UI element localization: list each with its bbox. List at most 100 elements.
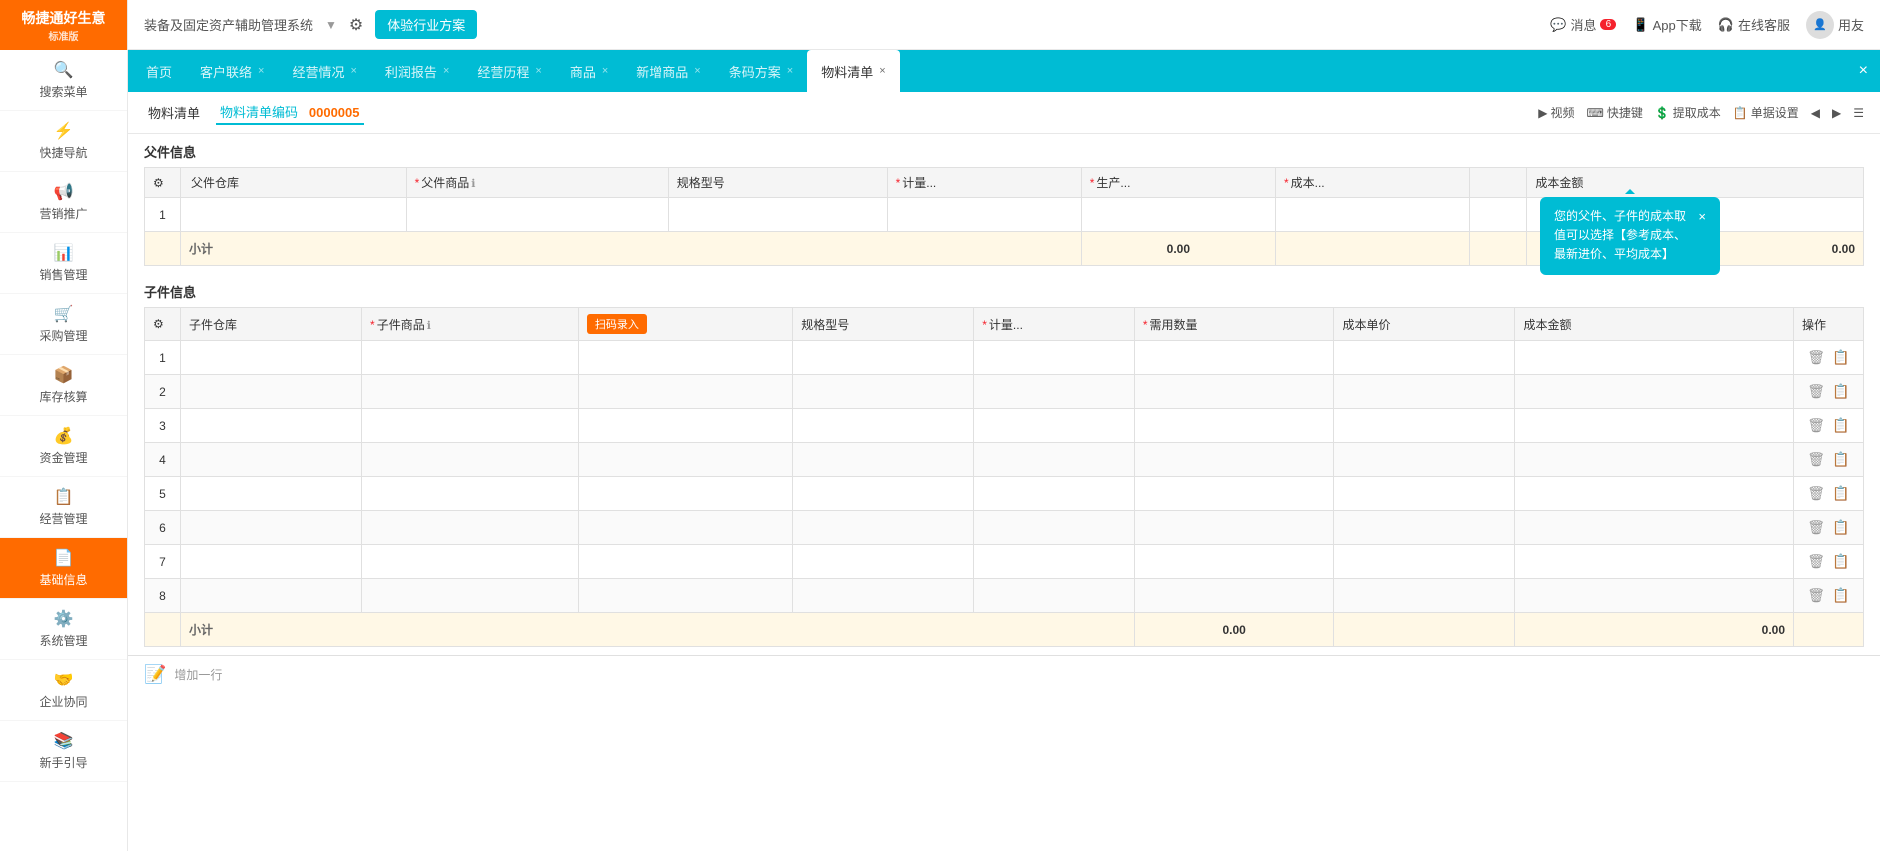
child-spec-cell[interactable] [793,477,974,511]
copy-icon[interactable]: 📋 [1832,349,1849,365]
delete-icon[interactable]: 🗑 [1807,451,1825,467]
sidebar-item-marketing[interactable]: 📢 营销推广 [0,172,127,233]
sidebar-item-system[interactable]: ⚙️ 系统管理 [0,599,127,660]
tab-new-goods-close[interactable]: × [694,65,700,77]
parent-spec-cell[interactable] [668,198,887,232]
parent-produce-cell[interactable] [1081,198,1275,232]
tab-profit[interactable]: 利润报告 × [371,50,463,92]
sidebar-item-quick-nav[interactable]: ⚡ 快捷导航 [0,111,127,172]
child-product-cell[interactable] [362,443,579,477]
child-unit-cost-cell[interactable] [1334,409,1515,443]
child-unit-cell[interactable] [974,375,1135,409]
sidebar-item-enterprise[interactable]: 🤝 企业协同 [0,660,127,721]
app-download-item[interactable]: 📱 App下载 [1632,15,1701,34]
child-unit-cell[interactable] [974,579,1135,613]
tab-goods[interactable]: 商品 × [556,50,622,92]
tab-home[interactable]: 首页 [132,50,186,92]
child-warehouse-cell[interactable] [181,511,362,545]
delete-icon[interactable]: 🗑 [1807,587,1825,603]
child-product-cell[interactable] [362,341,579,375]
child-qty-cell[interactable] [1134,511,1334,545]
child-product-cell[interactable] [362,545,579,579]
tab-history-close[interactable]: × [535,65,541,77]
child-spec-cell[interactable] [793,443,974,477]
settings-icon[interactable]: ⚙ [349,15,363,35]
child-qty-cell[interactable] [1134,579,1334,613]
child-spec-cell[interactable] [793,579,974,613]
child-product-cell[interactable] [362,477,579,511]
parent-product-cell[interactable] [406,198,668,232]
tab-customers-close[interactable]: × [258,65,264,77]
child-product-cell[interactable] [362,579,579,613]
sidebar-item-sales[interactable]: 📊 销售管理 [0,233,127,294]
user-item[interactable]: 👤 用友 [1806,11,1864,39]
child-qty-cell[interactable] [1134,375,1334,409]
child-qty-cell[interactable] [1134,409,1334,443]
tab-barcode[interactable]: 条码方案 × [715,50,807,92]
tooltip-close-btn[interactable]: × [1698,207,1706,228]
delete-icon[interactable]: 🗑 [1807,383,1825,399]
child-unit-cost-cell[interactable] [1334,477,1515,511]
child-unit-cell[interactable] [974,545,1135,579]
sidebar-item-finance[interactable]: 💰 资金管理 [0,416,127,477]
delete-icon[interactable]: 🗑 [1807,485,1825,501]
child-unit-cost-cell[interactable] [1334,443,1515,477]
child-warehouse-cell[interactable] [181,579,362,613]
trial-button[interactable]: 体验行业方案 [375,10,477,39]
child-unit-cost-cell[interactable] [1334,511,1515,545]
copy-icon[interactable]: 📋 [1832,451,1849,467]
copy-icon[interactable]: 📋 [1832,519,1849,535]
child-spec-cell[interactable] [793,375,974,409]
child-unit-cell[interactable] [974,341,1135,375]
child-qty-cell[interactable] [1134,477,1334,511]
copy-icon[interactable]: 📋 [1832,383,1849,399]
nav-prev-icon[interactable]: ◀ [1811,106,1820,120]
sidebar-item-basic[interactable]: 📄 基础信息 [0,538,127,599]
child-warehouse-cell[interactable] [181,477,362,511]
child-unit-cell[interactable] [974,477,1135,511]
child-qty-cell[interactable] [1134,341,1334,375]
child-unit-cost-cell[interactable] [1334,375,1515,409]
child-product-cell[interactable] [362,409,579,443]
sidebar-item-operations[interactable]: 📋 经营管理 [0,477,127,538]
child-qty-cell[interactable] [1134,545,1334,579]
copy-icon[interactable]: 📋 [1832,485,1849,501]
tab-operations[interactable]: 经营情况 × [278,50,370,92]
cost-btn[interactable]: 💲 提取成本 [1655,104,1721,121]
video-btn[interactable]: ▶ 视频 [1538,104,1574,121]
child-spec-cell[interactable] [793,341,974,375]
child-unit-cell[interactable] [974,443,1135,477]
shortcut-btn[interactable]: ⌨ 快捷键 [1586,104,1642,121]
subnav-bom-list[interactable]: 物料清单 [144,101,204,124]
child-spec-cell[interactable] [793,511,974,545]
tab-barcode-close[interactable]: × [787,65,793,77]
tab-new-goods[interactable]: 新增商品 × [622,50,714,92]
tab-operations-close[interactable]: × [350,65,356,77]
doc-settings-btn[interactable]: 📋 单据设置 [1733,104,1799,121]
child-qty-cell[interactable] [1134,443,1334,477]
child-unit-cost-cell[interactable] [1334,341,1515,375]
child-warehouse-cell[interactable] [181,443,362,477]
message-item[interactable]: 💬 消息 6 [1550,15,1616,34]
child-warehouse-cell[interactable] [181,375,362,409]
tab-bom-close[interactable]: × [879,65,885,77]
child-spec-cell[interactable] [793,409,974,443]
tab-customers[interactable]: 客户联络 × [186,50,278,92]
child-warehouse-cell[interactable] [181,409,362,443]
child-warehouse-cell[interactable] [181,545,362,579]
tab-profit-close[interactable]: × [443,65,449,77]
child-spec-cell[interactable] [793,545,974,579]
child-unit-cell[interactable] [974,409,1135,443]
child-product-cell[interactable] [362,511,579,545]
child-unit-cost-cell[interactable] [1334,579,1515,613]
child-unit-cell[interactable] [974,511,1135,545]
delete-icon[interactable]: 🗑 [1807,349,1825,365]
nav-next-icon[interactable]: ▶ [1832,106,1841,120]
parent-unit-cell[interactable] [887,198,1081,232]
sidebar-item-inventory[interactable]: 📦 库存核算 [0,355,127,416]
sidebar-item-purchase[interactable]: 🛒 采购管理 [0,294,127,355]
child-product-cell[interactable] [362,375,579,409]
tab-goods-close[interactable]: × [602,65,608,77]
tab-bom[interactable]: 物料清单 × [807,50,899,92]
parent-cost-cell[interactable] [1275,198,1469,232]
